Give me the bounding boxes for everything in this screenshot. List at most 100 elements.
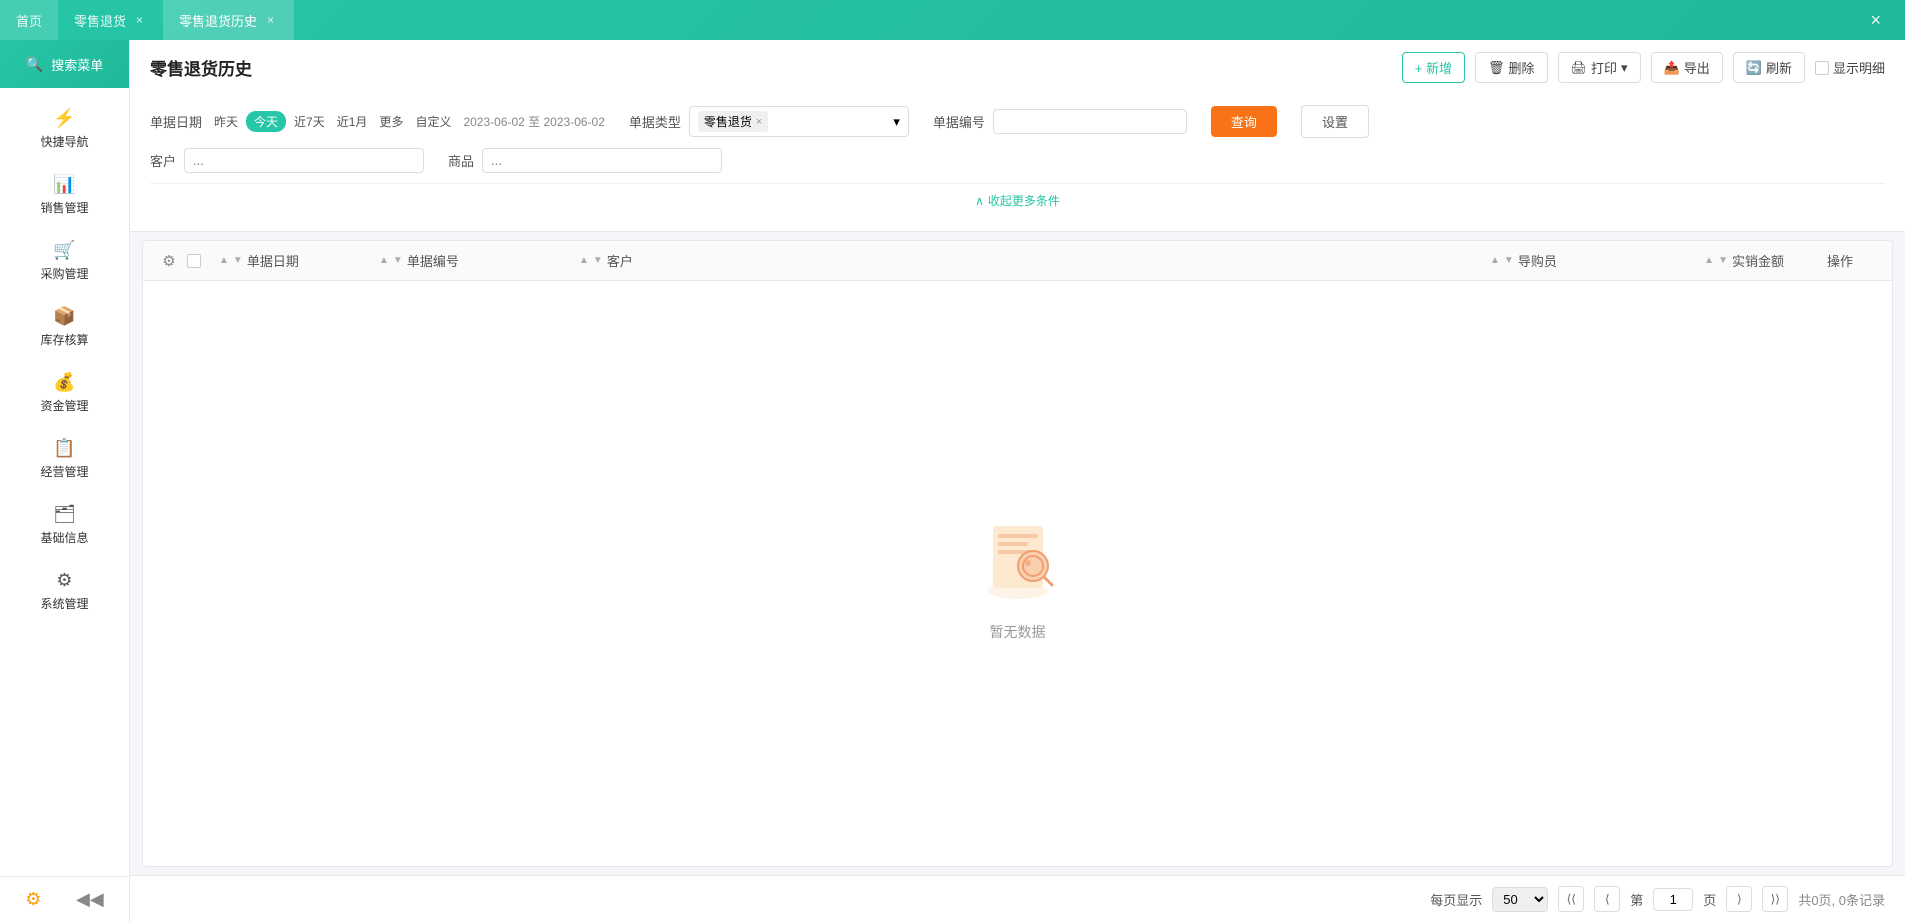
number-filter-label: 单据编号 <box>933 112 985 131</box>
sidebar-nav: ⚡ 快捷导航 📊 销售管理 🛒 采购管理 📦 库存核算 💰 资金管理 📋 <box>0 88 129 876</box>
refresh-label: 刷新 <box>1766 58 1792 77</box>
type-tag-close[interactable]: × <box>756 116 762 128</box>
delete-button[interactable]: 🗑 删除 <box>1475 52 1548 83</box>
first-page-button[interactable]: ⟨⟨ <box>1558 886 1584 912</box>
th-date[interactable]: ▲ ▼ 单据日期 <box>219 251 379 270</box>
tab-retail-return-history[interactable]: 零售退货历史 × <box>163 0 294 40</box>
customer-filter-input[interactable] <box>184 148 424 173</box>
export-button[interactable]: 📤 导出 <box>1651 52 1723 83</box>
empty-illustration <box>968 506 1068 606</box>
operations-icon: 📋 <box>53 438 75 459</box>
total-info: 共0页, 0条记录 <box>1798 890 1885 909</box>
operations-label: 经营管理 <box>40 463 88 480</box>
th-customer-sort-desc: ▼ <box>593 255 603 266</box>
th-guide-sort-asc: ▲ <box>1490 255 1500 266</box>
type-filter-label: 单据类型 <box>629 112 681 131</box>
type-filter-group: 单据类型 零售退货 × ▾ <box>629 106 909 137</box>
th-sort-asc-icon: ▲ <box>219 255 229 266</box>
inventory-icon: 📦 <box>53 306 75 327</box>
sales-label: 销售管理 <box>40 199 88 216</box>
finance-label: 资金管理 <box>40 397 88 414</box>
inventory-label: 库存核算 <box>40 331 88 348</box>
sales-icon: 📊 <box>53 174 75 195</box>
sidebar-search-button[interactable]: 🔍 搜索菜单 <box>0 40 129 88</box>
date-custom-btn[interactable]: 自定义 <box>411 111 455 132</box>
sidebar-item-purchase[interactable]: 🛒 采购管理 <box>0 228 129 294</box>
print-button[interactable]: 🖨 打印 ▾ <box>1558 52 1641 83</box>
main-layout: 🔍 搜索菜单 ⚡ 快捷导航 📊 销售管理 🛒 采购管理 📦 库存核算 💰 <box>0 40 1905 922</box>
new-button[interactable]: + 新增 <box>1402 52 1465 83</box>
date-1month-btn[interactable]: 近1月 <box>333 111 372 132</box>
sidebar-item-basic-info[interactable]: 🗂 基础信息 <box>0 492 129 558</box>
sidebar-item-inventory[interactable]: 📦 库存核算 <box>0 294 129 360</box>
export-label: 导出 <box>1684 58 1710 77</box>
sidebar-volume-icon[interactable]: ◀◀ <box>76 889 104 910</box>
tab-home[interactable]: 首页 <box>0 0 58 40</box>
sidebar-item-system[interactable]: ⚙ 系统管理 <box>0 558 129 624</box>
th-date-label: 单据日期 <box>247 251 299 270</box>
search-icon: 🔍 <box>26 56 43 73</box>
tab-retail-return-label: 零售退货 <box>74 11 126 30</box>
tab-list: 首页 零售退货 × 零售退货历史 × <box>0 0 1862 40</box>
refresh-icon: 🔄 <box>1746 60 1762 76</box>
last-page-button[interactable]: ⟩⟩ <box>1762 886 1788 912</box>
display-detail-checkbox[interactable]: 显示明细 <box>1815 58 1885 77</box>
number-filter-input[interactable] <box>993 109 1187 134</box>
table-settings-button[interactable]: ⚙ <box>155 247 183 275</box>
th-guide[interactable]: ▲ ▼ 导购员 <box>1490 251 1650 270</box>
date-filter-group: 单据日期 昨天 今天 近7天 近1月 更多 自定义 2023-06-02 至 2… <box>150 111 605 132</box>
table-checkbox-cell <box>187 254 219 268</box>
tab-retail-return-close[interactable]: × <box>132 11 147 29</box>
system-label: 系统管理 <box>40 595 88 612</box>
date-more-btn[interactable]: 更多 <box>375 111 407 132</box>
date-yesterday-btn[interactable]: 昨天 <box>210 111 242 132</box>
window-close-button[interactable]: × <box>1862 6 1889 35</box>
type-filter-select[interactable]: 零售退货 × ▾ <box>689 106 909 137</box>
sidebar: 🔍 搜索菜单 ⚡ 快捷导航 📊 销售管理 🛒 采购管理 📦 库存核算 💰 <box>0 40 130 922</box>
th-number-sort-desc: ▼ <box>393 255 403 266</box>
th-amount-sort-asc: ▲ <box>1704 255 1714 266</box>
empty-state: 暂无数据 <box>143 281 1892 866</box>
th-number[interactable]: ▲ ▼ 单据编号 <box>379 251 579 270</box>
th-number-label: 单据编号 <box>407 251 459 270</box>
per-page-select[interactable]: 50 100 200 <box>1492 887 1548 912</box>
finance-icon: 💰 <box>53 372 75 393</box>
tab-home-label: 首页 <box>16 11 42 30</box>
delete-icon: 🗑 <box>1488 60 1505 76</box>
goods-filter-input[interactable] <box>482 148 722 173</box>
date-7days-btn[interactable]: 近7天 <box>290 111 329 132</box>
print-arrow-icon: ▾ <box>1621 60 1628 76</box>
top-bar: 首页 零售退货 × 零售退货历史 × × <box>0 0 1905 40</box>
page-header: 零售退货历史 + 新增 🗑 删除 🖨 打印 ▾ 📤 导出 <box>130 40 1905 232</box>
date-today-btn[interactable]: 今天 <box>246 111 286 132</box>
sidebar-item-sales[interactable]: 📊 销售管理 <box>0 162 129 228</box>
tab-retail-return[interactable]: 零售退货 × <box>58 0 163 40</box>
pagination-bar: 每页显示 50 100 200 ⟨⟨ ⟨ 第 页 ⟩ ⟩⟩ 共0页, 0条记录 <box>130 875 1905 922</box>
sidebar-settings-icon[interactable]: ⚙ <box>25 889 41 910</box>
settings-button[interactable]: 设置 <box>1301 105 1369 138</box>
th-amount-label: 实销金额 <box>1732 251 1784 270</box>
sidebar-item-operations[interactable]: 📋 经营管理 <box>0 426 129 492</box>
table-select-all-checkbox[interactable] <box>187 254 201 268</box>
quick-nav-label: 快捷导航 <box>40 133 88 150</box>
system-icon: ⚙ <box>56 570 72 591</box>
page-title: 零售退货历史 <box>150 55 252 80</box>
sidebar-bottom: ⚙ ◀◀ <box>0 876 129 922</box>
th-sort-desc-icon: ▼ <box>233 255 243 266</box>
table-header: ⚙ ▲ ▼ 单据日期 ▲ ▼ 单据编号 ▲ ▼ 客户 <box>143 241 1892 281</box>
query-button[interactable]: 查询 <box>1211 106 1277 137</box>
page-number-input[interactable] <box>1653 888 1693 911</box>
next-page-button[interactable]: ⟩ <box>1726 886 1752 912</box>
sidebar-item-finance[interactable]: 💰 资金管理 <box>0 360 129 426</box>
collapse-button[interactable]: ∧ 收起更多条件 <box>150 188 1885 213</box>
sidebar-item-quick-nav[interactable]: ⚡ 快捷导航 <box>0 96 129 162</box>
th-customer[interactable]: ▲ ▼ 客户 <box>579 251 1490 270</box>
th-amount[interactable]: ▲ ▼ 实销金额 <box>1650 251 1800 270</box>
refresh-button[interactable]: 🔄 刷新 <box>1733 52 1805 83</box>
tab-retail-return-history-close[interactable]: × <box>263 11 278 29</box>
sidebar-search-label: 搜索菜单 <box>51 55 103 74</box>
collapse-label: 收起更多条件 <box>988 192 1060 209</box>
th-amount-sort-desc: ▼ <box>1718 255 1728 266</box>
basic-info-icon: 🗂 <box>53 504 76 525</box>
prev-page-button[interactable]: ⟨ <box>1594 886 1620 912</box>
